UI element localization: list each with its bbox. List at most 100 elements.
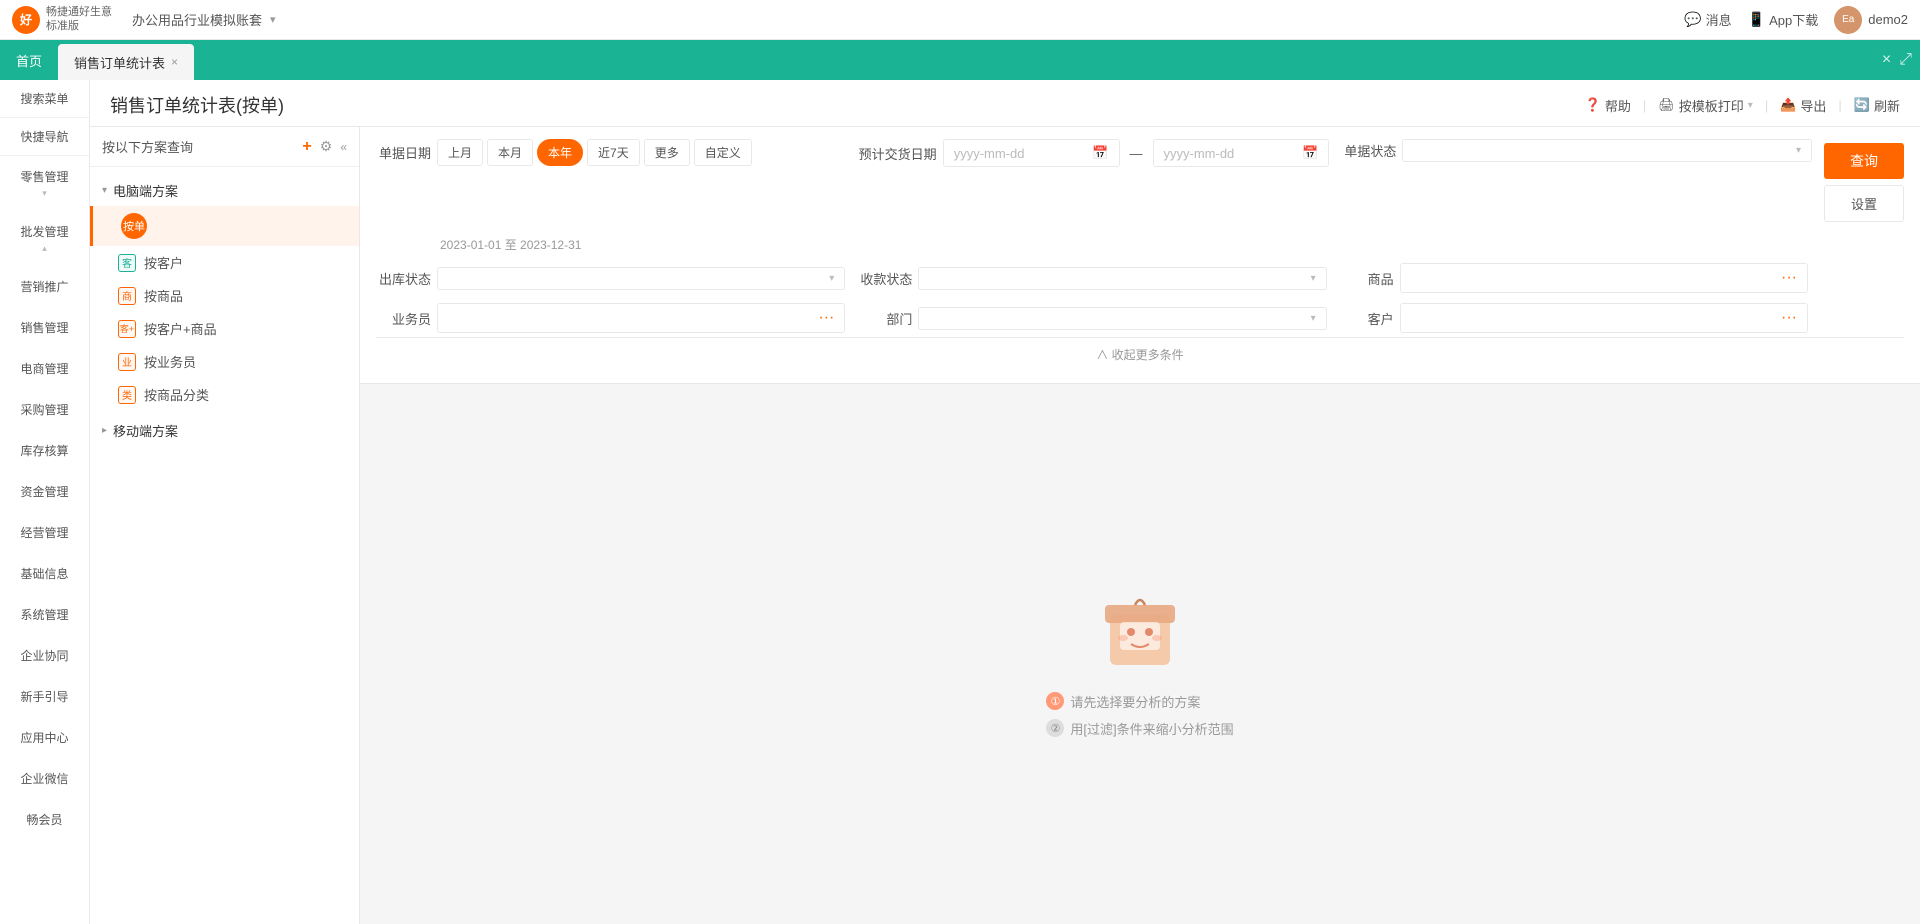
product-input[interactable]: ··· — [1400, 263, 1808, 293]
user-name: demo2 — [1868, 12, 1908, 27]
refresh-btn[interactable]: 🔄 刷新 — [1854, 96, 1900, 115]
sidebar-search-menu[interactable]: 搜索菜单 — [0, 80, 89, 118]
divider1: | — [1643, 98, 1646, 113]
customer-ellipsis[interactable]: ··· — [1781, 309, 1797, 327]
sidebar-label-enterprise: 企业协同 — [20, 647, 68, 664]
expand-tab-btn[interactable]: ⤢ — [1899, 51, 1912, 69]
expected-date-from[interactable]: yyyy-mm-dd 📅 — [943, 139, 1120, 167]
tree-item-by-customer[interactable]: 客 按客户 — [90, 246, 359, 279]
tree-item-by-category[interactable]: 类 按商品分类 — [90, 378, 359, 411]
split-panel: 按以下方案查询 + ⚙ « ▾ 电脑端方案 — [90, 127, 1920, 924]
date-btn-last-month[interactable]: 上月 — [437, 139, 483, 166]
close-tab-btn[interactable]: × — [1882, 51, 1891, 69]
empty-hint-2: ② 用[过滤]条件来缩小分析范围 — [1046, 719, 1233, 738]
sidebar-item-newuser[interactable]: 新手引导 — [0, 676, 89, 717]
main-layout: 搜索菜单 快捷导航 零售管理 ▾ 批发管理 ▴ 营销推广 销售管理 电商管理 采… — [0, 80, 1920, 924]
sidebar-item-ecommerce[interactable]: 电商管理 — [0, 348, 89, 389]
sidebar-item-management[interactable]: 经营管理 — [0, 512, 89, 553]
sidebar-label-wholesale: 批发管理 — [20, 223, 68, 240]
salesman-ellipsis[interactable]: ··· — [818, 309, 834, 327]
sidebar-item-finance[interactable]: 资金管理 — [0, 471, 89, 512]
salesman-input[interactable]: ··· — [437, 303, 845, 333]
tree-item-by-order-icon: 按单 — [121, 213, 147, 239]
tree-collapse-btn[interactable]: « — [340, 140, 347, 154]
collapse-bar[interactable]: ∧ 收起更多条件 — [376, 337, 1904, 371]
collection-status-select[interactable]: ▾ — [918, 267, 1326, 290]
print-btn[interactable]: 🖨 按模板打印 ▾ — [1658, 96, 1753, 115]
user-avatar-area[interactable]: Ea demo2 — [1834, 6, 1908, 34]
date-btn-custom[interactable]: 自定义 — [694, 139, 752, 166]
settings-btn[interactable]: 设置 — [1824, 185, 1904, 222]
query-btn[interactable]: 查询 — [1824, 143, 1904, 179]
sidebar-label-appcenter: 应用中心 — [20, 729, 68, 746]
sidebar-label-inventory: 库存核算 — [20, 442, 68, 459]
app-download-btn[interactable]: 📱 App下载 — [1748, 10, 1819, 29]
top-bar-right: 💬 消息 📱 App下载 Ea demo2 — [1684, 6, 1908, 34]
tab-close-btn[interactable]: × — [171, 55, 178, 69]
tree-item-by-order[interactable]: 按单 — [90, 206, 359, 246]
tab-active[interactable]: 销售订单统计表 × — [58, 44, 194, 80]
refresh-icon: 🔄 — [1854, 97, 1870, 113]
tree-panel-actions: + ⚙ « — [302, 138, 347, 156]
sidebar-item-enterprise[interactable]: 企业协同 — [0, 635, 89, 676]
tree-group-desktop-label: 电脑端方案 — [113, 181, 178, 200]
print-dropdown-arrow[interactable]: ▾ — [1748, 100, 1753, 111]
tree-item-by-customer-product-label: 按客户+商品 — [144, 319, 217, 338]
tree-add-btn[interactable]: + — [302, 138, 311, 156]
tree-item-by-customer-product-icon: 客+ — [118, 320, 136, 338]
page-header: 销售订单统计表(按单) ❓ 帮助 | 🖨 按模板打印 ▾ | 📤 导出 | — [90, 80, 1920, 127]
date-btn-this-year[interactable]: 本年 — [537, 139, 583, 166]
sidebar-label-system: 系统管理 — [20, 606, 68, 623]
sidebar-item-marketing[interactable]: 营销推广 — [0, 266, 89, 307]
sidebar-item-basic[interactable]: 基础信息 — [0, 553, 89, 594]
dept-select[interactable]: ▾ — [918, 307, 1326, 330]
sidebar-label-basic: 基础信息 — [20, 565, 68, 582]
help-icon: ❓ — [1585, 97, 1601, 113]
date-btn-this-month[interactable]: 本月 — [487, 139, 533, 166]
sidebar-label-ecommerce: 电商管理 — [20, 360, 68, 377]
sidebar-item-retail[interactable]: 零售管理 ▾ — [0, 156, 89, 211]
system-title: 办公用品行业模拟账套 — [132, 10, 262, 29]
tree-item-by-salesman-label: 按业务员 — [144, 352, 196, 371]
tree-panel-header: 按以下方案查询 + ⚙ « — [90, 127, 359, 167]
date-btn-more[interactable]: 更多 — [644, 139, 690, 166]
product-ellipsis[interactable]: ··· — [1781, 269, 1797, 287]
dept-label: 部门 — [857, 309, 912, 328]
sidebar-quick-nav[interactable]: 快捷导航 — [0, 118, 89, 156]
sidebar-item-appcenter[interactable]: 应用中心 — [0, 717, 89, 758]
logo-text: 畅捷通好生意 标准版 — [46, 6, 112, 32]
divider2: | — [1765, 98, 1768, 113]
sidebar-item-wholesale[interactable]: 批发管理 ▴ — [0, 211, 89, 266]
tree-item-by-customer-icon: 客 — [118, 254, 136, 272]
tree-group-desktop-header[interactable]: ▾ 电脑端方案 — [90, 175, 359, 206]
sidebar-item-inventory[interactable]: 库存核算 — [0, 430, 89, 471]
export-btn[interactable]: 📤 导出 — [1780, 96, 1826, 115]
sidebar-item-system[interactable]: 系统管理 — [0, 594, 89, 635]
tree-body: ▾ 电脑端方案 按单 客 按客户 商 按商品 — [90, 167, 359, 924]
hint-number-2: ② — [1046, 719, 1064, 737]
tab-home[interactable]: 首页 — [0, 40, 58, 80]
action-btn-group: 查询 设置 — [1824, 139, 1904, 226]
sidebar-item-purchase[interactable]: 采购管理 — [0, 389, 89, 430]
sidebar-label-newuser: 新手引导 — [20, 688, 68, 705]
collection-status-label: 收款状态 — [857, 269, 912, 288]
tree-group-mobile-header[interactable]: ▸ 移动端方案 — [90, 415, 359, 446]
help-btn[interactable]: ❓ 帮助 — [1585, 96, 1631, 115]
status-select[interactable]: ▾ — [1402, 139, 1812, 162]
sidebar-item-wechat[interactable]: 企业微信 — [0, 758, 89, 799]
customer-input[interactable]: ··· — [1400, 303, 1808, 333]
tree-group-mobile: ▸ 移动端方案 — [90, 415, 359, 446]
tree-item-by-salesman-icon: 业 — [118, 353, 136, 371]
expected-date-to[interactable]: yyyy-mm-dd 📅 — [1153, 139, 1330, 167]
sidebar-item-sales[interactable]: 销售管理 — [0, 307, 89, 348]
ship-status-select[interactable]: ▾ — [437, 267, 845, 290]
tree-item-by-product[interactable]: 商 按商品 — [90, 279, 359, 312]
system-dropdown-arrow[interactable]: ▾ — [270, 13, 276, 26]
date-btn-7days[interactable]: 近7天 — [587, 139, 640, 166]
tree-settings-btn[interactable]: ⚙ — [320, 138, 333, 155]
filter-panel: 单据日期 上月 本月 本年 近7天 更多 自定义 预计交货日期 — [360, 127, 1920, 924]
message-btn[interactable]: 💬 消息 — [1684, 10, 1731, 29]
sidebar-item-member[interactable]: 畅会员 — [0, 799, 89, 840]
tree-item-by-salesman[interactable]: 业 按业务员 — [90, 345, 359, 378]
tree-item-by-customer-product[interactable]: 客+ 按客户+商品 — [90, 312, 359, 345]
